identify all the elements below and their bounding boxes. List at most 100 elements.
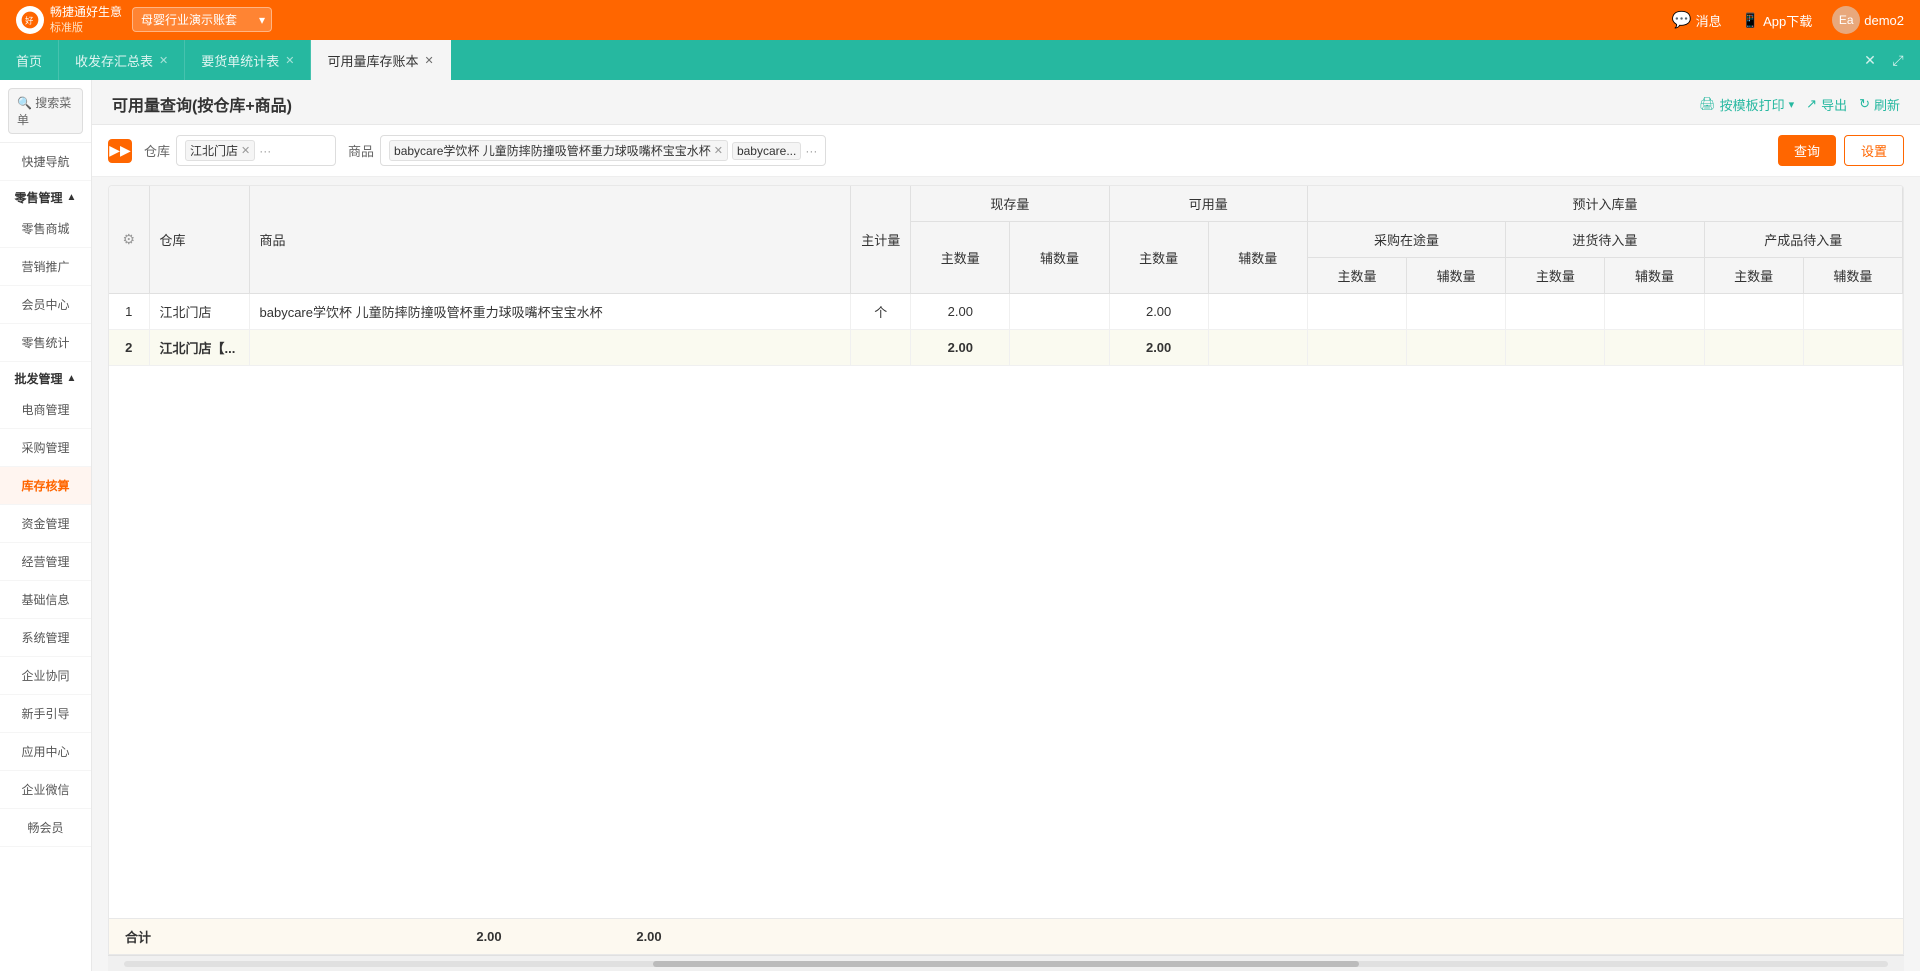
- filter-expand-btn[interactable]: ▶▶: [108, 139, 132, 163]
- sidebar-item-enterprise[interactable]: 企业协同: [0, 657, 91, 695]
- sidebar-item-wholesale[interactable]: 批发管理 ▲: [0, 362, 91, 391]
- page-header: 可用量查询(按仓库+商品) 🖨 按模板打印 ▾ ↗ 导出 ↻ 刷新: [92, 80, 1920, 125]
- sidebar-item-app-center[interactable]: 应用中心: [0, 733, 91, 771]
- sidebar-item-member2[interactable]: 畅会员: [0, 809, 91, 847]
- th-prod-main: 主数量: [1704, 258, 1803, 294]
- header-right: 💬 消息 📱 App下载 Ea demo2: [1672, 6, 1904, 34]
- product-tag-close[interactable]: ✕: [714, 144, 723, 157]
- tab-home[interactable]: 首页: [0, 40, 59, 80]
- sidebar-item-marketing[interactable]: 营销推广: [0, 248, 91, 286]
- sidebar-item-retail-stats[interactable]: 零售统计: [0, 324, 91, 362]
- warehouse-label: 仓库: [144, 141, 170, 160]
- store-selector[interactable]: 母婴行业演示账套 ▾: [132, 7, 272, 32]
- th-available-main: 主数量: [1109, 222, 1208, 294]
- sidebar-item-system[interactable]: 系统管理: [0, 619, 91, 657]
- cell-purchase-main-2: [1307, 330, 1406, 366]
- content-area: 可用量查询(按仓库+商品) 🖨 按模板打印 ▾ ↗ 导出 ↻ 刷新 ▶▶: [92, 80, 1920, 971]
- warehouse-more-btn[interactable]: ···: [259, 144, 271, 158]
- footer-label: 合计: [109, 927, 389, 946]
- cell-inbound-aux-1: [1605, 294, 1704, 330]
- cell-product-2: [249, 330, 851, 366]
- sidebar-item-newbie[interactable]: 新手引导: [0, 695, 91, 733]
- tab-order-stats[interactable]: 要货单统计表 ✕: [185, 40, 311, 80]
- th-purchase-main: 主数量: [1307, 258, 1406, 294]
- app-version: 标准版: [50, 19, 122, 35]
- cell-unit-2: [851, 330, 911, 366]
- cell-index-1: 1: [109, 294, 149, 330]
- scroll-track: [124, 961, 1888, 967]
- product-label: 商品: [348, 141, 374, 160]
- filter-actions: 查询 设置: [1778, 135, 1904, 166]
- product-input[interactable]: babycare学饮杯 儿童防摔防撞吸管杯重力球吸嘴杯宝宝水杯 ✕ babyca…: [380, 135, 826, 166]
- cell-warehouse-2: 江北门店【...: [149, 330, 249, 366]
- cell-prod-main-2: [1704, 330, 1803, 366]
- sidebar-item-quick-nav[interactable]: 快捷导航: [0, 143, 91, 181]
- refresh-icon: ↻: [1859, 96, 1870, 112]
- th-available-group: 可用量: [1109, 186, 1307, 222]
- user-menu[interactable]: Ea demo2: [1832, 6, 1904, 34]
- cell-available-aux-1: [1208, 294, 1307, 330]
- warehouse-tag: 江北门店 ✕: [185, 140, 255, 161]
- tab-close-stock-summary[interactable]: ✕: [159, 54, 168, 67]
- query-button[interactable]: 查询: [1778, 135, 1836, 166]
- footer-available-main: 2.00: [609, 929, 689, 944]
- header-left: 好 畅捷通好生意 标准版 母婴行业演示账套 ▾: [16, 5, 272, 35]
- maximize-window-btn[interactable]: ⤢: [1888, 50, 1908, 70]
- settings-button[interactable]: 设置: [1844, 135, 1904, 166]
- cell-available-main-1: 2.00: [1109, 294, 1208, 330]
- refresh-btn[interactable]: ↻ 刷新: [1859, 95, 1900, 114]
- sidebar-item-ecommerce[interactable]: 电商管理: [0, 391, 91, 429]
- sidebar-item-basics[interactable]: 基础信息: [0, 581, 91, 619]
- tab-stock-summary[interactable]: 收发存汇总表 ✕: [59, 40, 185, 80]
- th-unit: 主计量: [851, 186, 911, 294]
- chevron-down-icon-3: ▾: [1789, 98, 1795, 111]
- th-prod-aux: 辅数量: [1803, 258, 1902, 294]
- cell-inbound-aux-2: [1605, 330, 1704, 366]
- svg-text:好: 好: [25, 15, 33, 25]
- horizontal-scrollbar[interactable]: [108, 955, 1904, 971]
- template-print-btn[interactable]: 🖨 按模板打印 ▾: [1699, 95, 1794, 114]
- warehouse-tag-close[interactable]: ✕: [241, 144, 250, 157]
- table-row-subtotal: 2 江北门店【... 2.00 2.00: [109, 330, 1903, 366]
- sidebar-item-inventory[interactable]: 库存核算: [0, 467, 91, 505]
- close-window-btn[interactable]: ✕: [1860, 50, 1880, 70]
- sidebar-item-retail-mgmt[interactable]: 零售管理 ▲: [0, 181, 91, 210]
- export-btn[interactable]: ↗ 导出: [1806, 95, 1847, 114]
- product-filter: 商品 babycare学饮杯 儿童防摔防撞吸管杯重力球吸嘴杯宝宝水杯 ✕ bab…: [348, 135, 826, 166]
- th-inbound-main: 主数量: [1506, 258, 1605, 294]
- cell-prod-aux-1: [1803, 294, 1902, 330]
- sidebar-item-purchase[interactable]: 采购管理: [0, 429, 91, 467]
- tab-available-stock[interactable]: 可用量库存账本 ✕: [311, 40, 450, 80]
- cell-current-aux-2: [1010, 330, 1109, 366]
- page-title: 可用量查询(按仓库+商品): [112, 92, 292, 116]
- cell-purchase-aux-1: [1407, 294, 1506, 330]
- warehouse-input[interactable]: 江北门店 ✕ ···: [176, 135, 336, 166]
- scroll-thumb[interactable]: [653, 961, 1359, 967]
- cell-available-aux-2: [1208, 330, 1307, 366]
- table-row: 1 江北门店 babycare学饮杯 儿童防摔防撞吸管杯重力球吸嘴杯宝宝水杯 个…: [109, 294, 1903, 330]
- cell-inbound-main-1: [1506, 294, 1605, 330]
- tab-window-actions: ✕ ⤢: [1848, 40, 1920, 80]
- logo-icon: 好: [16, 6, 44, 34]
- th-current-stock-group: 现存量: [911, 186, 1109, 222]
- cell-purchase-main-1: [1307, 294, 1406, 330]
- table-footer: 合计 2.00 2.00: [108, 919, 1904, 955]
- cell-purchase-aux-2: [1407, 330, 1506, 366]
- sidebar-item-retail-mall[interactable]: 零售商城: [0, 210, 91, 248]
- app-download-btn[interactable]: 📱 App下载: [1742, 11, 1813, 30]
- sidebar-item-wechat[interactable]: 企业微信: [0, 771, 91, 809]
- footer-current-main: 2.00: [449, 929, 529, 944]
- sidebar-search-btn[interactable]: 🔍 搜索菜单: [8, 88, 83, 134]
- message-btn[interactable]: 💬 消息: [1672, 10, 1722, 30]
- th-warehouse: 仓库: [149, 186, 249, 294]
- tab-close-available-stock[interactable]: ✕: [425, 54, 434, 67]
- product-tag2: babycare...: [732, 142, 801, 160]
- gear-icon: ⚙: [122, 231, 135, 247]
- product-more-btn[interactable]: ···: [805, 144, 817, 158]
- sidebar-item-operations[interactable]: 经营管理: [0, 543, 91, 581]
- sidebar-item-member[interactable]: 会员中心: [0, 286, 91, 324]
- warehouse-filter: 仓库 江北门店 ✕ ···: [144, 135, 336, 166]
- th-settings[interactable]: ⚙: [109, 186, 149, 294]
- tab-close-order-stats[interactable]: ✕: [285, 54, 294, 67]
- sidebar-item-finance[interactable]: 资金管理: [0, 505, 91, 543]
